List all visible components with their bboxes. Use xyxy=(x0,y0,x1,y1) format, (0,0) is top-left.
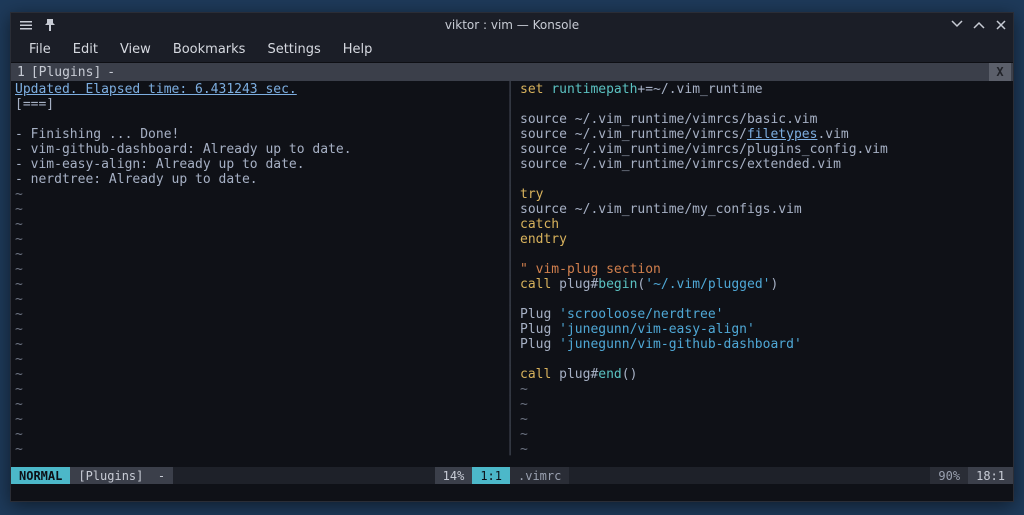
left-pane[interactable]: Updated. Elapsed time: 6.431243 sec.[===… xyxy=(11,81,504,467)
tilde-line: ~ xyxy=(15,337,500,352)
menu-view[interactable]: View xyxy=(120,42,151,57)
tilde-line: ~ xyxy=(15,352,500,367)
text-line: [===] xyxy=(15,97,500,112)
tilde-line: ~ xyxy=(15,232,500,247)
statusbars: NORMAL [Plugins] - 14% 1:1 .vimrc 90% 18… xyxy=(11,467,1013,484)
maximize-button[interactable] xyxy=(973,19,985,31)
tab-close-button[interactable]: X xyxy=(989,63,1011,81)
text-line: source ~/.vim_runtime/vimrcs/plugins_con… xyxy=(520,142,1009,157)
menu-help[interactable]: Help xyxy=(343,42,373,57)
command-line[interactable] xyxy=(11,484,1013,501)
status-percent-left: 14% xyxy=(435,467,473,484)
tilde-line: ~ xyxy=(15,187,500,202)
app-menu-icon[interactable] xyxy=(19,18,33,32)
text-line: try xyxy=(520,187,1009,202)
tilde-line: ~ xyxy=(15,247,500,262)
window-title: viktor : vim — Konsole xyxy=(11,18,1013,32)
text-line: call plug#begin('~/.vim/plugged') xyxy=(520,277,1009,292)
status-file-flag: - xyxy=(158,469,165,483)
status-file-left: [Plugins] - xyxy=(70,467,173,484)
text-line: Updated. Elapsed time: 6.431243 sec. xyxy=(15,82,500,97)
text-line: Plug 'scrooloose/nerdtree' xyxy=(520,307,1009,322)
tilde-line: ~ xyxy=(15,217,500,232)
tilde-line: ~ xyxy=(520,442,1009,457)
status-percent-right: 90% xyxy=(930,467,968,484)
tab-close-label: X xyxy=(996,65,1003,79)
menu-bookmarks[interactable]: Bookmarks xyxy=(173,42,246,57)
konsole-window: viktor : vim — Konsole File Edit View Bo… xyxy=(10,12,1014,502)
menu-edit[interactable]: Edit xyxy=(73,42,98,57)
tilde-line: ~ xyxy=(15,412,500,427)
close-button[interactable] xyxy=(995,19,1007,31)
tilde-line: ~ xyxy=(520,382,1009,397)
status-file-name: [Plugins] xyxy=(78,469,143,483)
text-line xyxy=(520,247,1009,262)
status-file-right: .vimrc xyxy=(510,467,569,484)
vertical-separator: │ │ │ │ │ │ │ │ │ │ │ │ │ │ │ │ │ │ │ │ … xyxy=(504,81,516,467)
text-line: Plug 'junegunn/vim-github-dashboard' xyxy=(520,337,1009,352)
text-line: " vim-plug section xyxy=(520,262,1009,277)
right-pane[interactable]: set runtimepath+=~/.vim_runtime source ~… xyxy=(516,81,1013,467)
text-line: - nerdtree: Already up to date. xyxy=(15,172,500,187)
text-line xyxy=(520,352,1009,367)
tilde-line: ~ xyxy=(520,397,1009,412)
text-line: Plug 'junegunn/vim-easy-align' xyxy=(520,322,1009,337)
titlebar[interactable]: viktor : vim — Konsole xyxy=(11,13,1013,37)
tilde-line: ~ xyxy=(15,382,500,397)
text-line: endtry xyxy=(520,232,1009,247)
text-line xyxy=(520,172,1009,187)
text-line: call plug#end() xyxy=(520,367,1009,382)
text-line: - vim-github-dashboard: Already up to da… xyxy=(15,142,500,157)
status-pos-left: 1:1 xyxy=(472,467,510,484)
tilde-line: ~ xyxy=(15,262,500,277)
tilde-line: ~ xyxy=(15,427,500,442)
tilde-line: ~ xyxy=(15,307,500,322)
menu-file[interactable]: File xyxy=(29,42,51,57)
text-line: catch xyxy=(520,217,1009,232)
pin-icon[interactable] xyxy=(43,18,57,32)
tab-index: 1 xyxy=(17,65,25,80)
tilde-line: ~ xyxy=(15,397,500,412)
status-pos-right: 18:1 xyxy=(968,467,1013,484)
menu-settings[interactable]: Settings xyxy=(267,42,320,57)
tab-flag: - xyxy=(107,65,115,80)
tilde-line: ~ xyxy=(15,292,500,307)
text-line: source ~/.vim_runtime/vimrcs/basic.vim xyxy=(520,112,1009,127)
menubar: File Edit View Bookmarks Settings Help xyxy=(11,37,1013,63)
minimize-button[interactable] xyxy=(951,19,963,31)
tilde-line: ~ xyxy=(15,202,500,217)
mode-indicator: NORMAL xyxy=(11,467,70,484)
text-line xyxy=(15,112,500,127)
text-line: source ~/.vim_runtime/vimrcs/filetypes.v… xyxy=(520,127,1009,142)
status-right: .vimrc 90% 18:1 xyxy=(510,467,1013,484)
text-line: source ~/.vim_runtime/vimrcs/extended.vi… xyxy=(520,157,1009,172)
vim-tab[interactable]: 1 [Plugins] - xyxy=(11,65,121,80)
text-line xyxy=(520,292,1009,307)
text-line xyxy=(520,97,1009,112)
vim-tabline: 1 [Plugins] - X xyxy=(11,63,1013,81)
vim-panes: Updated. Elapsed time: 6.431243 sec.[===… xyxy=(11,81,1013,467)
tilde-line: ~ xyxy=(15,367,500,382)
status-spacer-right xyxy=(569,467,930,484)
text-line: source ~/.vim_runtime/my_configs.vim xyxy=(520,202,1009,217)
tilde-line: ~ xyxy=(520,427,1009,442)
status-left: NORMAL [Plugins] - 14% 1:1 xyxy=(11,467,510,484)
text-line: - Finishing ... Done! xyxy=(15,127,500,142)
text-line: - vim-easy-align: Already up to date. xyxy=(15,157,500,172)
tilde-line: ~ xyxy=(15,442,500,457)
tilde-line: ~ xyxy=(520,412,1009,427)
text-line: set runtimepath+=~/.vim_runtime xyxy=(520,82,1009,97)
tilde-line: ~ xyxy=(15,277,500,292)
status-spacer-left xyxy=(173,467,435,484)
tilde-line: ~ xyxy=(15,322,500,337)
tab-name: [Plugins] xyxy=(31,65,101,80)
